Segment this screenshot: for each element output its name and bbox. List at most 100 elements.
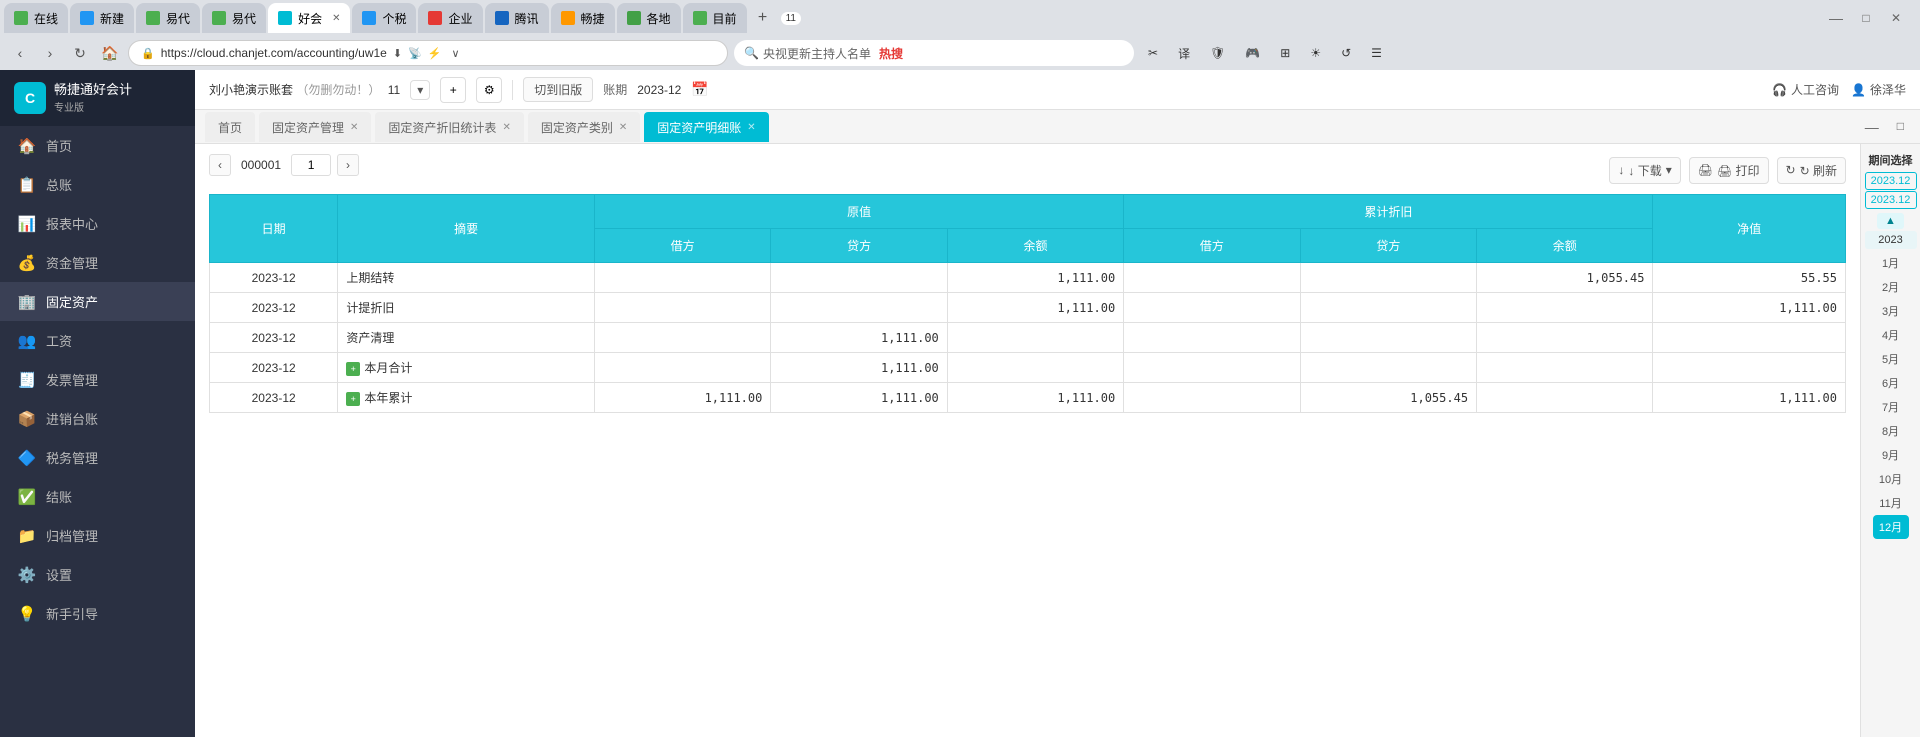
tab-close-icon[interactable]: ✕ (350, 122, 358, 133)
add-account-btn[interactable]: + (440, 77, 466, 103)
sidebar-item-purchase-sale[interactable]: 📦 进销台账 (0, 399, 195, 438)
tab-close-icon[interactable]: ✕ (747, 122, 755, 133)
gamepad-btn[interactable]: 🎮 (1237, 40, 1268, 66)
close-btn[interactable]: ✕ (1884, 6, 1908, 30)
user-btn[interactable]: 👤 徐泽华 (1851, 81, 1906, 98)
general-ledger-icon: 📋 (18, 176, 36, 194)
sidebar-item-guide[interactable]: 💡 新手引导 (0, 594, 195, 633)
content-wrapper: ‹ 000001 › ↓ ↓ 下载 ▾ (195, 144, 1920, 737)
sidebar-item-funds[interactable]: 💰 资金管理 (0, 243, 195, 282)
calendar-icon[interactable]: 📅 (691, 81, 708, 98)
tab-close-icon[interactable]: ✕ (502, 122, 510, 133)
search-icon: 🔍 (744, 46, 759, 60)
switch-version-btn[interactable]: 切到旧版 (523, 77, 593, 102)
sidebar-item-tax[interactable]: 🔷 税务管理 (0, 438, 195, 477)
period-month-2[interactable]: 2月 (1873, 275, 1909, 299)
browser-tab-enterprise[interactable]: 企业 (418, 3, 482, 33)
period-month-3[interactable]: 3月 (1873, 299, 1909, 323)
sidebar-item-settings[interactable]: ⚙️ 设置 (0, 555, 195, 594)
print-btn[interactable]: 🖨 🖨 打印 (1689, 157, 1769, 184)
minimize-btn[interactable]: — (1824, 6, 1848, 30)
sidebar-item-general-ledger[interactable]: 📋 总账 (0, 165, 195, 204)
browser-tab-muqian[interactable]: 目前 (683, 3, 747, 33)
browser-tab-changjie[interactable]: 畅捷 (551, 3, 615, 33)
minimize-tab-btn[interactable]: — (1859, 117, 1885, 137)
page-input[interactable] (291, 154, 331, 176)
period-month-12[interactable]: 12月 (1873, 515, 1909, 539)
period-month-1[interactable]: 1月 (1873, 251, 1909, 275)
scissors-btn[interactable]: ✂ (1140, 40, 1166, 66)
th-balance1: 余额 (947, 229, 1123, 263)
menu-btn[interactable]: ☰ (1363, 40, 1390, 66)
sidebar-item-home[interactable]: 🏠 首页 (0, 126, 195, 165)
address-input[interactable]: 🔒 https://cloud.chanjet.com/accounting/u… (128, 40, 728, 66)
page-tab-depreciation-stats[interactable]: 固定资产折旧统计表 ✕ (375, 112, 523, 142)
browser-tab-yidai2[interactable]: 易代 (202, 3, 266, 33)
th-summary: 摘要 (338, 195, 595, 263)
page-tab-fixed-assets-ledger[interactable]: 固定资产明细账 ✕ (644, 112, 768, 142)
period-month-8[interactable]: 8月 (1873, 419, 1909, 443)
history-btn[interactable]: ↺ (1333, 40, 1359, 66)
browser-tab-gedi[interactable]: 各地 (617, 3, 681, 33)
period-month-5[interactable]: 5月 (1873, 347, 1909, 371)
download-btn[interactable]: ↓ ↓ 下载 ▾ (1609, 157, 1680, 184)
sidebar-item-salary[interactable]: 👥 工资 (0, 321, 195, 360)
home-nav-btn[interactable]: 🏠 (98, 41, 122, 65)
cell-net-value: 1,111.00 (1653, 293, 1846, 323)
sidebar-nav: 🏠 首页 📋 总账 📊 报表中心 💰 资金管理 🏢 固定资产 👥 工资 (0, 126, 195, 737)
scroll-up-btn[interactable]: ▲ (1877, 213, 1904, 229)
period-month-9[interactable]: 9月 (1873, 443, 1909, 467)
grid-btn[interactable]: ⊞ (1272, 40, 1298, 66)
maximize-btn[interactable]: □ (1854, 6, 1878, 30)
browser-tab-yidai1[interactable]: 易代 (136, 3, 200, 33)
sidebar-item-archive[interactable]: 📁 归档管理 (0, 516, 195, 555)
th-debit1: 借方 (594, 229, 770, 263)
period-month-6[interactable]: 6月 (1873, 371, 1909, 395)
search-input-area[interactable]: 🔍 央视更新主持人名单 热搜 (734, 40, 1134, 66)
brightness-btn[interactable]: ☀ (1302, 40, 1329, 66)
period-select-header: 期间选择 (1867, 148, 1915, 172)
reload-btn[interactable]: ↻ (68, 41, 92, 65)
sidebar-item-reports[interactable]: 📊 报表中心 (0, 204, 195, 243)
period-month-7[interactable]: 7月 (1873, 395, 1909, 419)
period-month-4[interactable]: 4月 (1873, 323, 1909, 347)
tab-close-icon[interactable]: ✕ (619, 122, 627, 133)
browser-tab-tencent[interactable]: 腾讯 (485, 3, 549, 33)
forward-btn[interactable]: › (38, 41, 62, 65)
new-tab-btn[interactable]: + (749, 4, 777, 32)
plus-icon: + (450, 83, 457, 97)
service-btn[interactable]: 🎧 人工咨询 (1772, 81, 1839, 98)
settings-btn[interactable]: ⚙ (476, 77, 502, 103)
sidebar-item-label: 总账 (46, 175, 72, 194)
page-tab-home[interactable]: 首页 (205, 112, 255, 142)
closing-icon: ✅ (18, 488, 36, 506)
page-tab-fixed-assets-category[interactable]: 固定资产类别 ✕ (528, 112, 640, 142)
no-delete-hint: （勿删勿动！） (296, 83, 380, 97)
page-tab-fixed-assets-mgmt[interactable]: 固定资产管理 ✕ (259, 112, 371, 142)
logo-icon: C (14, 82, 46, 114)
cell-yuanzhi-balance: 1,111.00 (947, 293, 1123, 323)
sidebar-item-closing[interactable]: ✅ 结账 (0, 477, 195, 516)
account-dropdown-btn[interactable]: ▾ (410, 80, 430, 100)
cell-yuanzhi-credit: 1,111.00 (771, 353, 947, 383)
shield-btn[interactable]: 🛡 (1202, 40, 1233, 66)
browser-tab-getax[interactable]: 个税 (352, 3, 416, 33)
translate-btn[interactable]: 译 (1170, 40, 1198, 66)
prev-page-btn[interactable]: ‹ (209, 154, 231, 176)
next-page-btn[interactable]: › (337, 154, 359, 176)
back-btn[interactable]: ‹ (8, 41, 32, 65)
browser-tab-new[interactable]: 新建 (70, 3, 134, 33)
cell-lejizheju-debit (1124, 383, 1300, 413)
browser-tab-online[interactable]: 在线 (4, 3, 68, 33)
cast-icon: 📡 (408, 47, 422, 60)
tab-close-btn[interactable]: ✕ (332, 13, 340, 24)
tab-label: 固定资产明细账 (657, 119, 741, 136)
sidebar-item-fixed-assets[interactable]: 🏢 固定资产 (0, 282, 195, 321)
period-month-11[interactable]: 11月 (1873, 491, 1909, 515)
sidebar-item-invoice[interactable]: 🧾 发票管理 (0, 360, 195, 399)
browser-tab-haohui[interactable]: 好会 ✕ (268, 3, 350, 33)
th-original-value: 原值 (594, 195, 1123, 229)
period-month-10[interactable]: 10月 (1873, 467, 1909, 491)
maximize-tab-btn[interactable]: □ (1891, 117, 1910, 137)
refresh-btn[interactable]: ↻ ↻ 刷新 (1777, 157, 1846, 184)
